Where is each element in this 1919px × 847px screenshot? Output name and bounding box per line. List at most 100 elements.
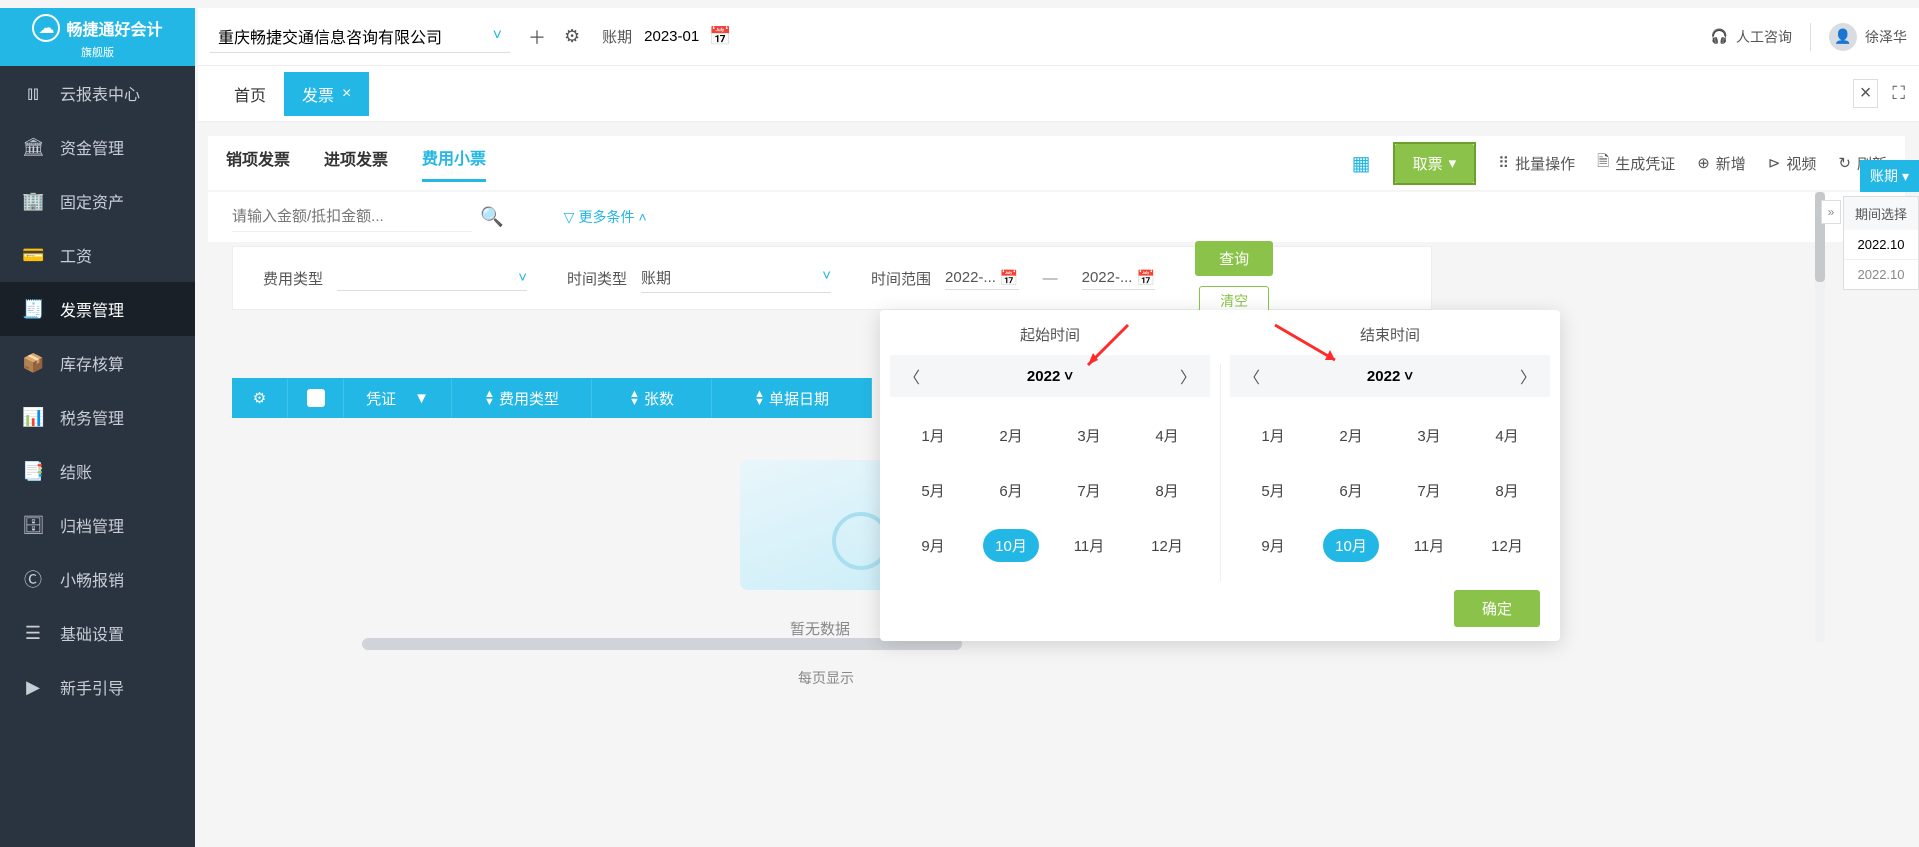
range-dash: — [1043, 270, 1058, 287]
qrcode-icon[interactable]: ▦ [1352, 151, 1371, 176]
month-cell[interactable]: 10月 [983, 529, 1039, 562]
query-button[interactable]: 查询 [1195, 241, 1273, 276]
month-cell[interactable]: 6月 [1312, 474, 1390, 507]
nav-guide[interactable]: ▶新手引导 [0, 660, 195, 714]
nav-close[interactable]: 📑结账 [0, 444, 195, 498]
month-cell[interactable]: 1月 [1234, 419, 1312, 452]
month-cell[interactable]: 8月 [1128, 474, 1206, 507]
tab-home[interactable]: 首页 [216, 72, 284, 116]
th-qty[interactable]: ▲▼张数 [592, 378, 712, 418]
month-cell[interactable]: 1月 [894, 419, 972, 452]
confirm-button[interactable]: 确定 [1454, 590, 1540, 627]
end-year-value[interactable]: 2022˅ [1367, 368, 1413, 385]
period-to[interactable]: 2022.10 [1844, 260, 1918, 289]
th-settings[interactable]: ⚙ [232, 378, 288, 418]
calendar-icon: 📅 [1000, 269, 1019, 287]
month-cell[interactable]: 9月 [1234, 529, 1312, 562]
th-voucher[interactable]: 凭证▼ [344, 378, 452, 418]
th-type[interactable]: ▲▼费用类型 [452, 378, 592, 418]
subtab-expense[interactable]: 费用小票 [422, 145, 486, 182]
month-cell[interactable]: 4月 [1128, 419, 1206, 452]
user-menu[interactable]: 👤 徐泽华 [1829, 23, 1907, 51]
gear-icon: ⚙ [253, 389, 266, 407]
search-icon[interactable]: 🔍 [480, 205, 504, 229]
filter-bar: 🔍 ▽ 更多条件 ˄ [208, 192, 1905, 242]
nav-report[interactable]: ⫾⫾云报表中心 [0, 66, 195, 120]
video-button[interactable]: ⊳视频 [1768, 153, 1817, 174]
month-cell[interactable]: 3月 [1390, 419, 1468, 452]
fetch-button[interactable]: 取票▾ [1395, 144, 1475, 183]
add-button[interactable]: ⊕新增 [1697, 153, 1746, 174]
start-year-value[interactable]: 2022˅ [1027, 368, 1073, 385]
period-toggle-button[interactable]: 账期▾ [1860, 160, 1919, 192]
period-label: 账期 [602, 26, 632, 47]
expense-type-select[interactable]: ˅ [337, 265, 527, 291]
month-cell[interactable]: 11月 [1050, 529, 1128, 562]
tab-invoice[interactable]: 发票 × [284, 72, 369, 116]
company-selector[interactable]: 重庆畅捷交通信息咨询有限公司 ˅ [210, 20, 510, 53]
nav-archive[interactable]: 🗄归档管理 [0, 498, 195, 552]
month-cell[interactable]: 12月 [1128, 529, 1206, 562]
month-cell[interactable]: 9月 [894, 529, 972, 562]
empty-illustration [740, 460, 900, 590]
gen-voucher-button[interactable]: 🗎生成凭证 [1597, 151, 1675, 176]
play-icon: ▶ [22, 677, 44, 698]
month-cell[interactable]: 5月 [894, 474, 972, 507]
next-year-icon[interactable]: 〉 [1520, 364, 1536, 388]
close-all-icon[interactable]: × [1853, 79, 1879, 108]
month-cell[interactable]: 12月 [1468, 529, 1546, 562]
settings-icon: ☰ [22, 623, 44, 644]
nav-stock[interactable]: 📦库存核算 [0, 336, 195, 390]
search-input[interactable] [232, 202, 472, 232]
sort-icon: ▲▼ [484, 390, 495, 406]
th-date[interactable]: ▲▼单据日期 [712, 378, 872, 418]
subtab-in[interactable]: 进项发票 [324, 146, 388, 180]
month-cell[interactable]: 8月 [1468, 474, 1546, 507]
play-circle-icon: ⊳ [1768, 154, 1781, 172]
box-icon: 📦 [22, 353, 44, 374]
calendar-icon[interactable]: 📅 [709, 26, 731, 47]
month-cell[interactable]: 3月 [1050, 419, 1128, 452]
batch-button[interactable]: ⠿批量操作 [1498, 153, 1575, 174]
date-from-input[interactable]: 2022-...📅 [945, 267, 1019, 290]
nav-asset[interactable]: 🏢固定资产 [0, 174, 195, 228]
nav-base[interactable]: ☰基础设置 [0, 606, 195, 660]
time-type-label: 时间类型 [567, 268, 627, 289]
collapse-handle[interactable]: » [1821, 200, 1841, 224]
month-cell[interactable]: 7月 [1050, 474, 1128, 507]
company-name: 重庆畅捷交通信息咨询有限公司 [218, 24, 442, 48]
check-icon: 📑 [22, 461, 44, 482]
prev-year-icon[interactable]: 〈 [1244, 364, 1260, 388]
month-cell[interactable]: 2月 [972, 419, 1050, 452]
prev-year-icon[interactable]: 〈 [904, 364, 920, 388]
more-conditions-toggle[interactable]: ▽ 更多条件 ˄ [564, 207, 647, 227]
consult-link[interactable]: 🎧 人工咨询 [1711, 27, 1792, 47]
month-cell[interactable]: 5月 [1234, 474, 1312, 507]
nav-salary[interactable]: 💳工资 [0, 228, 195, 282]
fullscreen-icon[interactable]: ⛶ [1892, 83, 1905, 104]
subtab-out[interactable]: 销项发票 [226, 146, 290, 180]
close-icon[interactable]: × [342, 85, 351, 103]
date-to-input[interactable]: 2022-...📅 [1082, 267, 1156, 290]
gear-icon[interactable]: ⚙ [564, 26, 580, 47]
th-checkbox[interactable] [288, 378, 344, 418]
condition-panel: 费用类型 ˅ 时间类型 账期˅ 时间范围 2022-...📅 — 2022-..… [232, 246, 1432, 310]
period-from[interactable]: 2022.10 [1844, 230, 1918, 259]
time-range-label: 时间范围 [871, 268, 931, 289]
nav-invoice[interactable]: 🧾发票管理 [0, 282, 195, 336]
end-month-grid: 1月2月3月4月 5月6月7月8月 9月 10月 11月12月 [1220, 397, 1560, 584]
time-type-select[interactable]: 账期˅ [641, 263, 831, 293]
filter-icon: ▽ [564, 209, 575, 226]
next-year-icon[interactable]: 〉 [1180, 364, 1196, 388]
nav-fund[interactable]: 🏛资金管理 [0, 120, 195, 174]
month-cell[interactable]: 2月 [1312, 419, 1390, 452]
nav-tax[interactable]: 📊税务管理 [0, 390, 195, 444]
month-cell[interactable]: 11月 [1390, 529, 1468, 562]
month-cell[interactable]: 6月 [972, 474, 1050, 507]
month-cell[interactable]: 7月 [1390, 474, 1468, 507]
month-cell[interactable]: 10月 [1323, 529, 1379, 562]
add-icon[interactable]: ＋ [528, 24, 546, 50]
month-cell[interactable]: 4月 [1468, 419, 1546, 452]
nav-xiaochang[interactable]: Ⓒ小畅报销 [0, 552, 195, 606]
horizontal-scrollbar[interactable] [362, 638, 962, 650]
